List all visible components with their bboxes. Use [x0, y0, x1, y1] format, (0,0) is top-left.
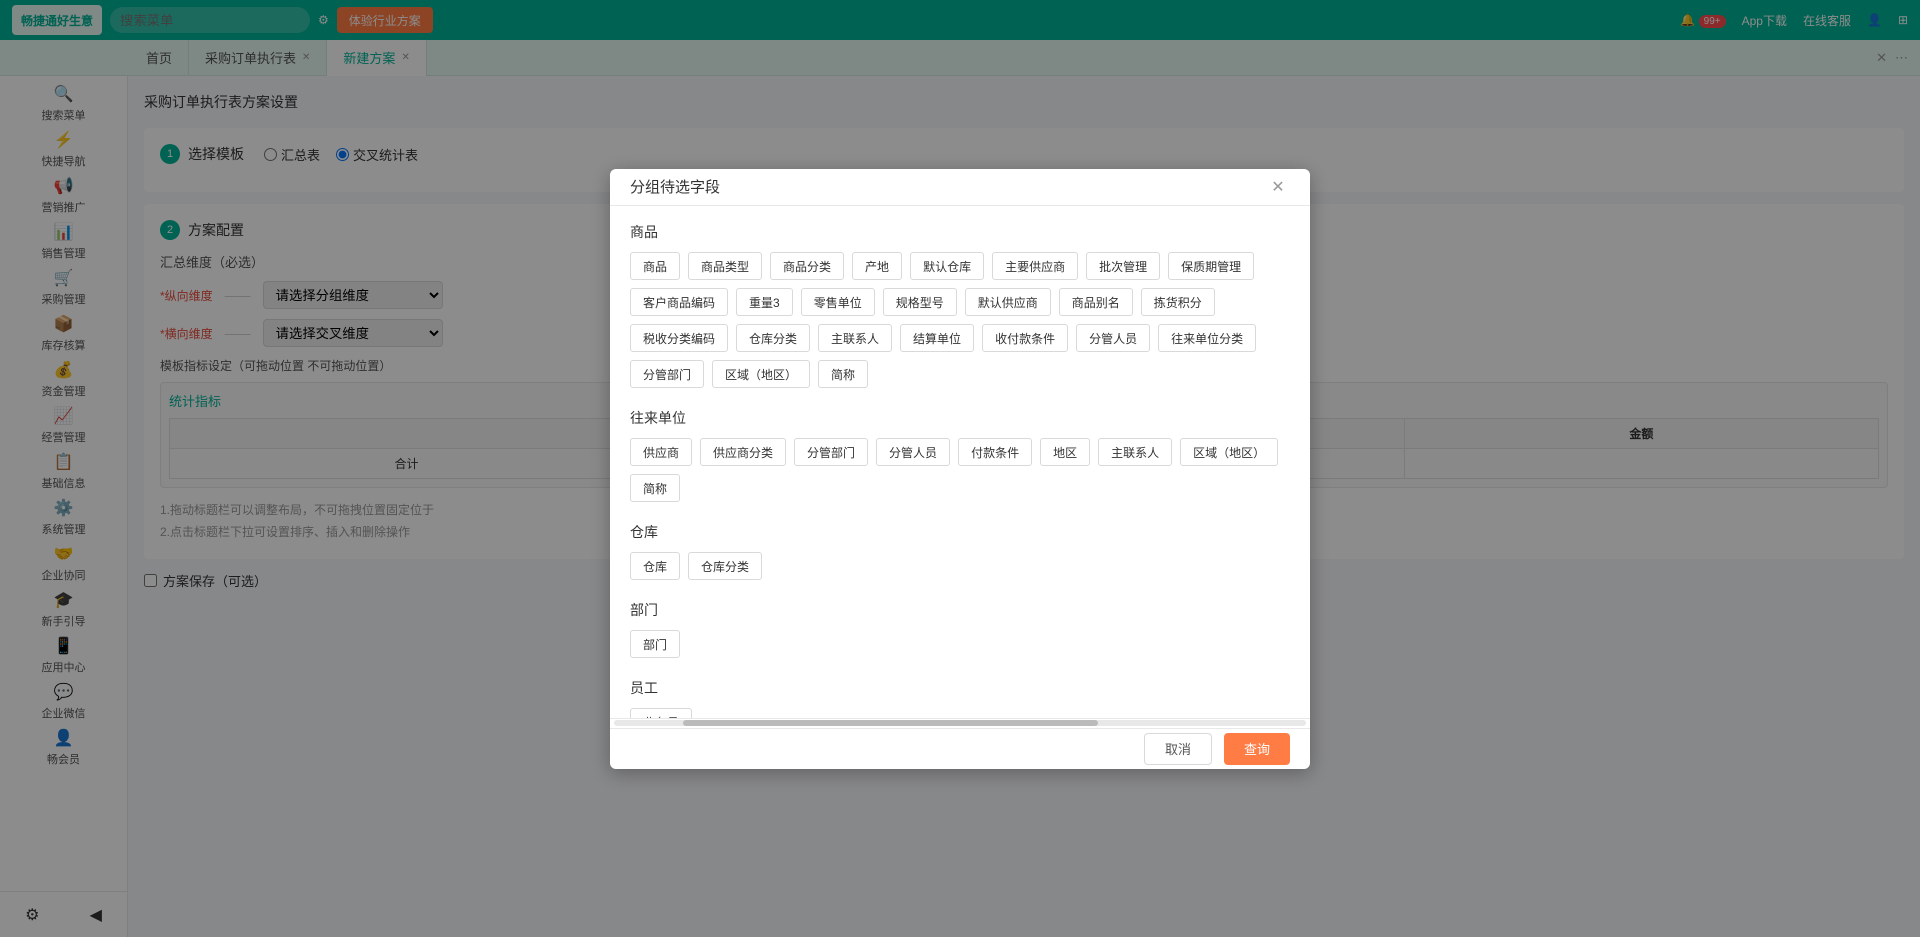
- confirm-button[interactable]: 查询: [1224, 733, 1290, 765]
- field-tag-0-22[interactable]: 分管部门: [630, 360, 704, 388]
- modal-section-1: 往来单位供应商供应商分类分管部门分管人员付款条件地区主联系人区域（地区） 简称: [630, 408, 1290, 502]
- modal: 分组待选字段 ✕ 商品商品商品类型商品分类产地默认仓库主要供应商批次管理保质期管…: [610, 169, 1310, 769]
- modal-section-4: 员工业务员: [630, 678, 1290, 718]
- section-title-2: 仓库: [630, 522, 1290, 542]
- field-tag-1-1[interactable]: 供应商分类: [700, 438, 786, 466]
- field-tag-1-5[interactable]: 地区: [1040, 438, 1090, 466]
- modal-section-0: 商品商品商品类型商品分类产地默认仓库主要供应商批次管理保质期管理客户商品编码重量…: [630, 222, 1290, 388]
- field-tag-0-19[interactable]: 收付款条件: [982, 324, 1068, 352]
- field-tag-1-0[interactable]: 供应商: [630, 438, 692, 466]
- field-tag-0-4[interactable]: 默认仓库: [910, 252, 984, 280]
- field-tag-4-0[interactable]: 业务员: [630, 708, 692, 718]
- field-tag-0-11[interactable]: 规格型号: [883, 288, 957, 316]
- field-tag-0-7[interactable]: 保质期管理: [1168, 252, 1254, 280]
- field-tag-0-10[interactable]: 零售单位: [801, 288, 875, 316]
- cancel-button[interactable]: 取消: [1144, 733, 1212, 765]
- field-tag-0-2[interactable]: 商品分类: [770, 252, 844, 280]
- field-tag-0-12[interactable]: 默认供应商: [965, 288, 1051, 316]
- field-tag-1-4[interactable]: 付款条件: [958, 438, 1032, 466]
- field-tag-0-15[interactable]: 税收分类编码: [630, 324, 728, 352]
- section-title-0: 商品: [630, 222, 1290, 242]
- modal-title: 分组待选字段: [630, 176, 720, 197]
- field-tag-1-2[interactable]: 分管部门: [794, 438, 868, 466]
- field-tag-0-20[interactable]: 分管人员: [1076, 324, 1150, 352]
- modal-scrollbar[interactable]: [610, 718, 1310, 728]
- field-tag-0-6[interactable]: 批次管理: [1086, 252, 1160, 280]
- field-tag-0-23[interactable]: 区域（地区）: [712, 360, 810, 388]
- modal-section-3: 部门部门: [630, 600, 1290, 658]
- field-tag-0-21[interactable]: 往来单位分类: [1158, 324, 1256, 352]
- field-tag-0-8[interactable]: 客户商品编码: [630, 288, 728, 316]
- field-tag-0-24[interactable]: 简称: [818, 360, 868, 388]
- modal-close-btn[interactable]: ✕: [1266, 175, 1290, 199]
- field-tag-0-16[interactable]: 仓库分类: [736, 324, 810, 352]
- modal-footer: 取消 查询: [610, 728, 1310, 769]
- field-tag-3-0[interactable]: 部门: [630, 630, 680, 658]
- section-title-1: 往来单位: [630, 408, 1290, 428]
- section-title-3: 部门: [630, 600, 1290, 620]
- modal-body[interactable]: 商品商品商品类型商品分类产地默认仓库主要供应商批次管理保质期管理客户商品编码重量…: [610, 206, 1310, 718]
- field-tag-0-14[interactable]: 拣货积分: [1141, 288, 1215, 316]
- field-tag-0-3[interactable]: 产地: [852, 252, 902, 280]
- field-tag-0-0[interactable]: 商品: [630, 252, 680, 280]
- field-tag-2-1[interactable]: 仓库分类: [688, 552, 762, 580]
- field-tag-0-5[interactable]: 主要供应商: [992, 252, 1078, 280]
- section-title-4: 员工: [630, 678, 1290, 698]
- field-tag-1-8[interactable]: 简称: [630, 474, 680, 502]
- field-tag-0-18[interactable]: 结算单位: [900, 324, 974, 352]
- field-tag-1-6[interactable]: 主联系人: [1098, 438, 1172, 466]
- field-tag-1-7[interactable]: 区域（地区）: [1180, 438, 1278, 466]
- field-tag-2-0[interactable]: 仓库: [630, 552, 680, 580]
- modal-section-2: 仓库仓库仓库分类: [630, 522, 1290, 580]
- modal-overlay: 分组待选字段 ✕ 商品商品商品类型商品分类产地默认仓库主要供应商批次管理保质期管…: [0, 0, 1920, 937]
- field-tag-1-3[interactable]: 分管人员: [876, 438, 950, 466]
- field-tag-0-13[interactable]: 商品别名: [1059, 288, 1133, 316]
- field-tag-0-9[interactable]: 重量3: [736, 288, 793, 316]
- field-tag-0-1[interactable]: 商品类型: [688, 252, 762, 280]
- field-tag-0-17[interactable]: 主联系人: [818, 324, 892, 352]
- modal-header: 分组待选字段 ✕: [610, 169, 1310, 207]
